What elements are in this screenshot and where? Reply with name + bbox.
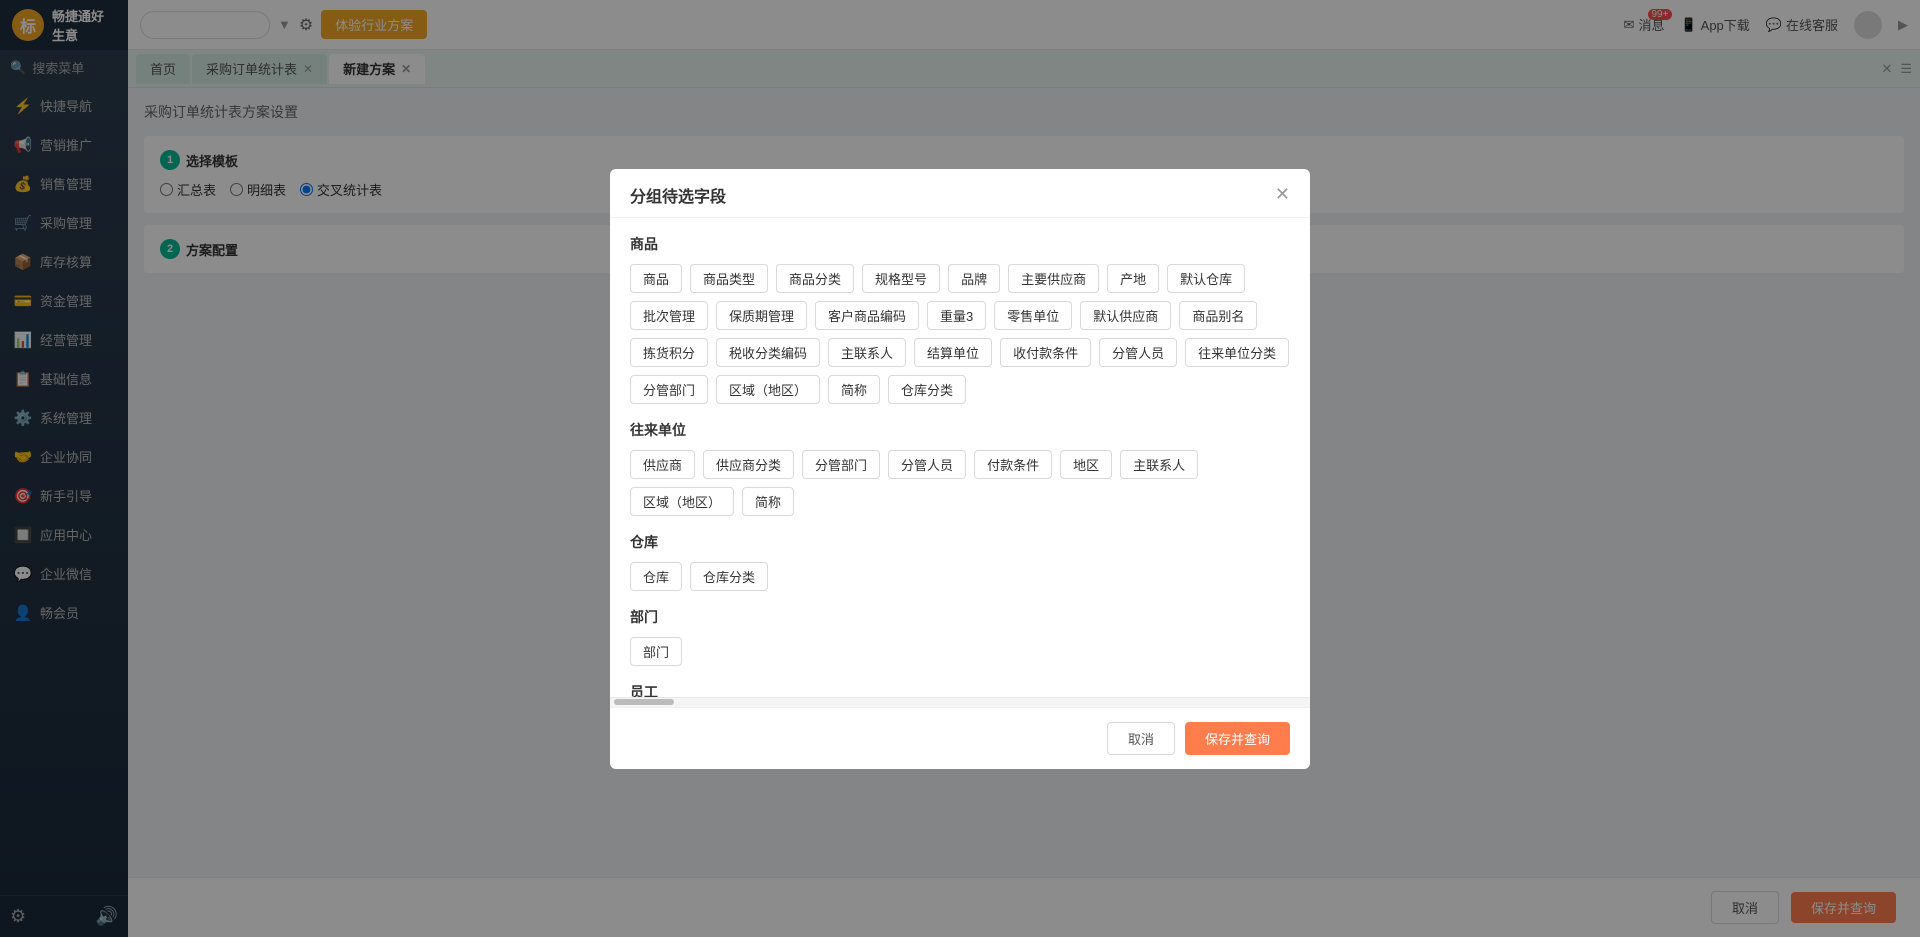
field-tag-商品类型[interactable]: 商品类型 bbox=[690, 264, 768, 293]
dialog-section-department: 部门部门 bbox=[630, 607, 1290, 666]
dialog-overlay: 分组待选字段 ✕ 商品商品商品类型商品分类规格型号品牌主要供应商产地默认仓库批次… bbox=[0, 0, 1920, 937]
field-tag-分管部门[interactable]: 分管部门 bbox=[802, 450, 880, 479]
dialog-cancel-btn[interactable]: 取消 bbox=[1107, 722, 1175, 755]
field-group-partner: 供应商供应商分类分管部门分管人员付款条件地区主联系人区域（地区） 简称 bbox=[630, 450, 1290, 516]
field-group-department: 部门 bbox=[630, 637, 1290, 666]
dialog-section-employee: 员工业务员 bbox=[630, 682, 1290, 698]
field-tag-收付款条件[interactable]: 收付款条件 bbox=[1000, 338, 1091, 367]
field-tag-商品分类[interactable]: 商品分类 bbox=[776, 264, 854, 293]
field-tag-仓库分类[interactable]: 仓库分类 bbox=[690, 562, 768, 591]
section-title-partner: 往来单位 bbox=[630, 420, 1290, 440]
field-tag-区域-地区-[interactable]: 区域（地区） bbox=[630, 487, 734, 516]
field-tag-客户商品编码[interactable]: 客户商品编码 bbox=[815, 301, 919, 330]
field-tag-主联系人[interactable]: 主联系人 bbox=[828, 338, 906, 367]
field-tag-税收分类编码[interactable]: 税收分类编码 bbox=[716, 338, 820, 367]
section-title-warehouse: 仓库 bbox=[630, 532, 1290, 552]
field-tag-商品别名[interactable]: 商品别名 bbox=[1179, 301, 1257, 330]
dialog-body: 商品商品商品类型商品分类规格型号品牌主要供应商产地默认仓库批次管理保质期管理客户… bbox=[610, 218, 1310, 698]
field-tag-规格型号[interactable]: 规格型号 bbox=[862, 264, 940, 293]
field-tag-地区[interactable]: 地区 bbox=[1060, 450, 1112, 479]
section-title-department: 部门 bbox=[630, 607, 1290, 627]
field-group-warehouse: 仓库仓库分类 bbox=[630, 562, 1290, 591]
field-tag-供应商[interactable]: 供应商 bbox=[630, 450, 695, 479]
dialog-title: 分组待选字段 bbox=[630, 183, 726, 207]
field-tag-主联系人[interactable]: 主联系人 bbox=[1120, 450, 1198, 479]
field-tag-仓库分类[interactable]: 仓库分类 bbox=[888, 375, 966, 404]
field-tag-默认仓库[interactable]: 默认仓库 bbox=[1167, 264, 1245, 293]
field-tag-往来单位分类[interactable]: 往来单位分类 bbox=[1185, 338, 1289, 367]
dialog-hscrollbar[interactable] bbox=[610, 697, 1310, 706]
field-tag-分管人员[interactable]: 分管人员 bbox=[1099, 338, 1177, 367]
dialog-section-partner: 往来单位供应商供应商分类分管部门分管人员付款条件地区主联系人区域（地区） 简称 bbox=[630, 420, 1290, 516]
section-title-employee: 员工 bbox=[630, 682, 1290, 698]
field-tag-主要供应商[interactable]: 主要供应商 bbox=[1008, 264, 1099, 293]
dialog-section-warehouse: 仓库仓库仓库分类 bbox=[630, 532, 1290, 591]
section-title-goods: 商品 bbox=[630, 234, 1290, 254]
field-tag-分管部门[interactable]: 分管部门 bbox=[630, 375, 708, 404]
field-tag-产地[interactable]: 产地 bbox=[1107, 264, 1159, 293]
dialog-section-goods: 商品商品商品类型商品分类规格型号品牌主要供应商产地默认仓库批次管理保质期管理客户… bbox=[630, 234, 1290, 404]
field-tag-结算单位[interactable]: 结算单位 bbox=[914, 338, 992, 367]
hscroll-thumb bbox=[614, 699, 674, 705]
field-tag-付款条件[interactable]: 付款条件 bbox=[974, 450, 1052, 479]
field-tag-重量3[interactable]: 重量3 bbox=[927, 301, 986, 330]
field-tag-部门[interactable]: 部门 bbox=[630, 637, 682, 666]
field-group-goods: 商品商品类型商品分类规格型号品牌主要供应商产地默认仓库批次管理保质期管理客户商品… bbox=[630, 264, 1290, 404]
dialog-header: 分组待选字段 ✕ bbox=[610, 169, 1310, 218]
field-tag-品牌[interactable]: 品牌 bbox=[948, 264, 1000, 293]
field-tag-批次管理[interactable]: 批次管理 bbox=[630, 301, 708, 330]
field-tag-供应商分类[interactable]: 供应商分类 bbox=[703, 450, 794, 479]
dialog: 分组待选字段 ✕ 商品商品商品类型商品分类规格型号品牌主要供应商产地默认仓库批次… bbox=[610, 169, 1310, 769]
field-tag-保质期管理[interactable]: 保质期管理 bbox=[716, 301, 807, 330]
dialog-close-icon[interactable]: ✕ bbox=[1275, 184, 1290, 205]
field-tag-区域-地区-[interactable]: 区域（地区） bbox=[716, 375, 820, 404]
field-tag-分管人员[interactable]: 分管人员 bbox=[888, 450, 966, 479]
dialog-footer: 取消 保存并查询 bbox=[610, 707, 1310, 769]
field-tag-仓库[interactable]: 仓库 bbox=[630, 562, 682, 591]
field-tag-简称[interactable]: 简称 bbox=[828, 375, 880, 404]
field-tag-零售单位[interactable]: 零售单位 bbox=[994, 301, 1072, 330]
field-tag-拣货积分[interactable]: 拣货积分 bbox=[630, 338, 708, 367]
field-tag-默认供应商[interactable]: 默认供应商 bbox=[1080, 301, 1171, 330]
field-tag-商品[interactable]: 商品 bbox=[630, 264, 682, 293]
field-tag-简称[interactable]: 简称 bbox=[742, 487, 794, 516]
dialog-save-btn[interactable]: 保存并查询 bbox=[1185, 722, 1290, 755]
